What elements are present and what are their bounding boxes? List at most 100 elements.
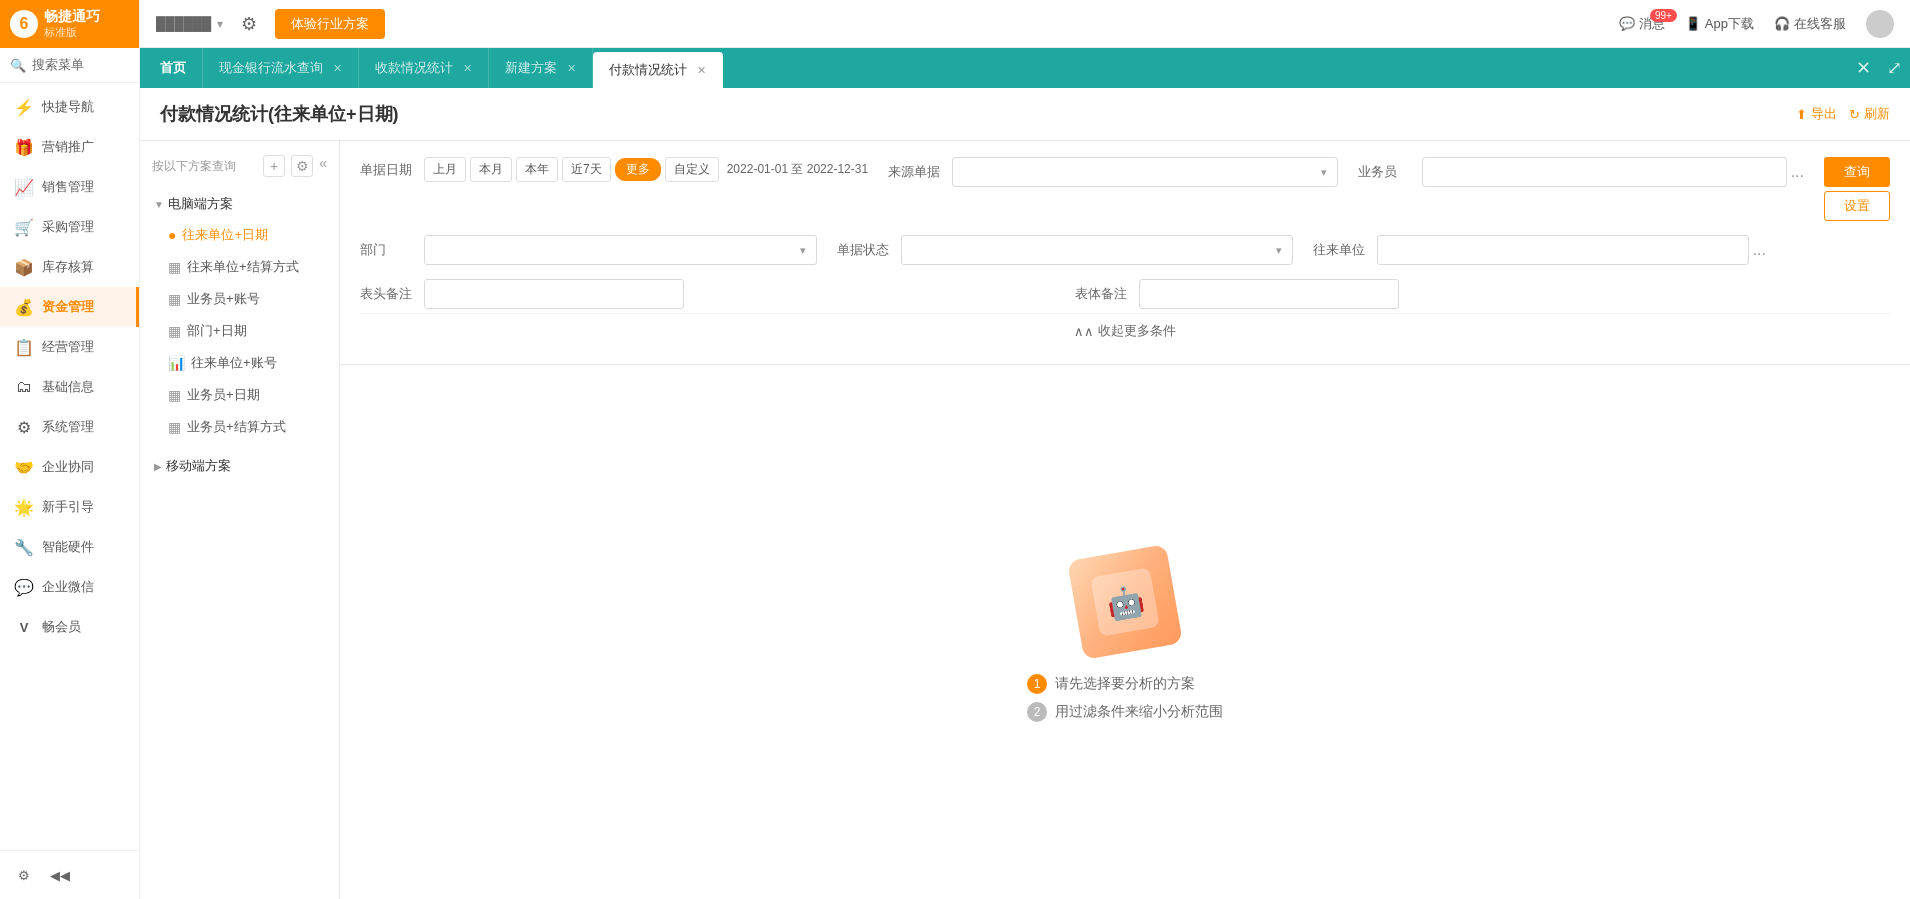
staff-dots-btn[interactable]: ...: [1787, 163, 1808, 181]
doc-status-select[interactable]: ▾: [901, 235, 1294, 265]
scheme-group-mobile-title[interactable]: ▶ 移动端方案: [140, 451, 339, 481]
sidebar-item-sales[interactable]: 📈 销售管理: [0, 167, 139, 207]
partner-input[interactable]: [1377, 235, 1748, 265]
sidebar-item-vip[interactable]: V 畅会员: [0, 607, 139, 647]
tab-receipt-stats-close[interactable]: ✕: [463, 62, 472, 75]
note-header-field: 表头备注: [360, 279, 1055, 309]
refresh-btn[interactable]: ↻ 刷新: [1849, 105, 1890, 123]
finance-icon: 💰: [14, 297, 34, 317]
footer-settings-btn[interactable]: ⚙: [10, 861, 38, 889]
sidebar-item-purchase[interactable]: 🛒 采购管理: [0, 207, 139, 247]
chevron-down-icon: ▾: [1321, 166, 1327, 179]
empty-tips: 1 请先选择要分析的方案 2 用过滤条件来缩小分析范围: [1027, 674, 1223, 722]
sidebar-item-basic[interactable]: 🗂 基础信息: [0, 367, 139, 407]
dept-field: 部门 ▾: [360, 235, 817, 265]
user-avatar[interactable]: [1866, 10, 1894, 38]
basic-icon: 🗂: [14, 377, 34, 397]
date-btn-more[interactable]: 更多: [615, 158, 661, 181]
wechat-icon: 💬: [14, 577, 34, 597]
tab-new-scheme[interactable]: 新建方案 ✕: [489, 48, 593, 88]
scheme-item-staff-date[interactable]: ▦ 业务员+日期: [140, 379, 339, 411]
filter-row-3: 表头备注 表体备注: [360, 279, 1890, 309]
tab-new-scheme-close[interactable]: ✕: [567, 62, 576, 75]
tab-payment-stats-label: 付款情况统计: [609, 61, 687, 79]
scheme-item-partner-account[interactable]: 📊 往来单位+账号: [140, 347, 339, 379]
scheme-item-dept-date[interactable]: ▦ 部门+日期: [140, 315, 339, 347]
scheme-item-staff-settle[interactable]: ▦ 业务员+结算方式: [140, 411, 339, 443]
panel-settings-btn[interactable]: ⚙: [291, 155, 313, 177]
date-btn-last-7[interactable]: 近7天: [562, 157, 611, 182]
tab-new-scheme-label: 新建方案: [505, 59, 557, 77]
sidebar-item-guide[interactable]: 🌟 新手引导: [0, 487, 139, 527]
note-body-label: 表体备注: [1075, 285, 1131, 303]
topbar-settings-btn[interactable]: ⚙: [233, 8, 265, 40]
sidebar-item-inventory[interactable]: 📦 库存核算: [0, 247, 139, 287]
scheme-item-partner-settle[interactable]: ▦ 往来单位+结算方式: [140, 251, 339, 283]
close-all-tab-btn[interactable]: ✕: [1852, 57, 1875, 79]
tab-receipt-stats-label: 收款情况统计: [375, 59, 453, 77]
empty-tip-2: 2 用过滤条件来缩小分析范围: [1027, 702, 1223, 722]
sidebar-item-wechat[interactable]: 💬 企业微信: [0, 567, 139, 607]
date-btn-this-month[interactable]: 本月: [470, 157, 512, 182]
scheme-item-icon: ▦: [168, 323, 181, 339]
note-body-input[interactable]: [1139, 279, 1399, 309]
scheme-item-icon: ▦: [168, 259, 181, 275]
date-field: 单据日期 上月 本月 本年 近7天 更多 自定义 2022-01-01 至 20…: [360, 157, 868, 182]
message-btn[interactable]: 💬 消息 99+: [1619, 15, 1665, 33]
sidebar-item-cooperation[interactable]: 🤝 企业协同: [0, 447, 139, 487]
sidebar-item-label: 营销推广: [42, 138, 94, 156]
scheme-item-staff-account[interactable]: ▦ 业务员+账号: [140, 283, 339, 315]
app-download-btn[interactable]: 📱 App下载: [1685, 15, 1754, 33]
sidebar-item-finance[interactable]: 💰 资金管理: [0, 287, 139, 327]
group-label: 移动端方案: [166, 457, 231, 475]
sidebar-item-system[interactable]: ⚙ 系统管理: [0, 407, 139, 447]
sidebar-item-operation[interactable]: 📋 经营管理: [0, 327, 139, 367]
expand-tab-btn[interactable]: ⤢: [1883, 57, 1906, 79]
online-service-btn[interactable]: 🎧 在线客服: [1774, 15, 1846, 33]
sales-icon: 📈: [14, 177, 34, 197]
search-icon: 🔍: [10, 58, 26, 73]
query-btn[interactable]: 查询: [1824, 157, 1890, 187]
tab-bank-flow-close[interactable]: ✕: [333, 62, 342, 75]
collapse-label: 收起更多条件: [1098, 322, 1176, 340]
refresh-icon: ↻: [1849, 107, 1860, 122]
trial-btn[interactable]: 体验行业方案: [275, 9, 385, 39]
tab-receipt-stats[interactable]: 收款情况统计 ✕: [359, 48, 489, 88]
tab-home[interactable]: 首页: [144, 48, 203, 88]
sidebar-item-marketing[interactable]: 🎁 营销推广: [0, 127, 139, 167]
tab-payment-stats-close[interactable]: ✕: [697, 64, 706, 77]
panel-query-label: 按以下方案查询: [152, 158, 236, 175]
tip-number-1: 1: [1027, 674, 1047, 694]
date-btn-custom[interactable]: 自定义: [665, 157, 719, 182]
panel-collapse-btn[interactable]: «: [319, 155, 327, 177]
partner-dots-btn[interactable]: ...: [1749, 241, 1770, 259]
chevron-down-icon: ▾: [1276, 244, 1282, 257]
scheme-item-icon: ▦: [168, 387, 181, 403]
sidebar-item-hardware[interactable]: 🔧 智能硬件: [0, 527, 139, 567]
tab-bank-flow[interactable]: 现金银行流水查询 ✕: [203, 48, 359, 88]
source-select[interactable]: ▾: [952, 157, 1338, 187]
export-btn[interactable]: ⬆ 导出: [1796, 105, 1837, 123]
collapse-more-btn[interactable]: ∧∧ 收起更多条件: [360, 313, 1890, 348]
scheme-item-icon: ▦: [168, 291, 181, 307]
sidebar-item-label: 资金管理: [42, 298, 94, 316]
date-options: 上月 本月 本年 近7天 更多 自定义 2022-01-01 至 2022-12…: [424, 157, 868, 182]
sidebar-search[interactable]: 🔍 搜索菜单: [0, 48, 139, 83]
message-badge: 99+: [1650, 9, 1677, 22]
date-btn-last-month[interactable]: 上月: [424, 157, 466, 182]
scheme-item-partner-date[interactable]: ● 往来单位+日期: [140, 219, 339, 251]
dept-select[interactable]: ▾: [424, 235, 817, 265]
sidebar-logo: 6 畅捷通巧 标准版: [0, 0, 139, 48]
group-arrow-icon: ▼: [154, 199, 164, 210]
footer-collapse-btn[interactable]: ◀◀: [46, 861, 74, 889]
staff-input[interactable]: [1422, 157, 1787, 187]
filter-row-2: 部门 ▾ 单据状态 ▾: [360, 235, 1890, 265]
tab-payment-stats[interactable]: 付款情况统计 ✕: [593, 52, 723, 88]
sidebar-item-quick-nav[interactable]: ⚡ 快捷导航: [0, 87, 139, 127]
note-header-input[interactable]: [424, 279, 684, 309]
filter-settings-btn[interactable]: 设置: [1824, 191, 1890, 221]
system-icon: ⚙: [14, 417, 34, 437]
date-btn-this-year[interactable]: 本年: [516, 157, 558, 182]
panel-add-btn[interactable]: +: [263, 155, 285, 177]
scheme-group-desktop-title[interactable]: ▼ 电脑端方案: [140, 189, 339, 219]
